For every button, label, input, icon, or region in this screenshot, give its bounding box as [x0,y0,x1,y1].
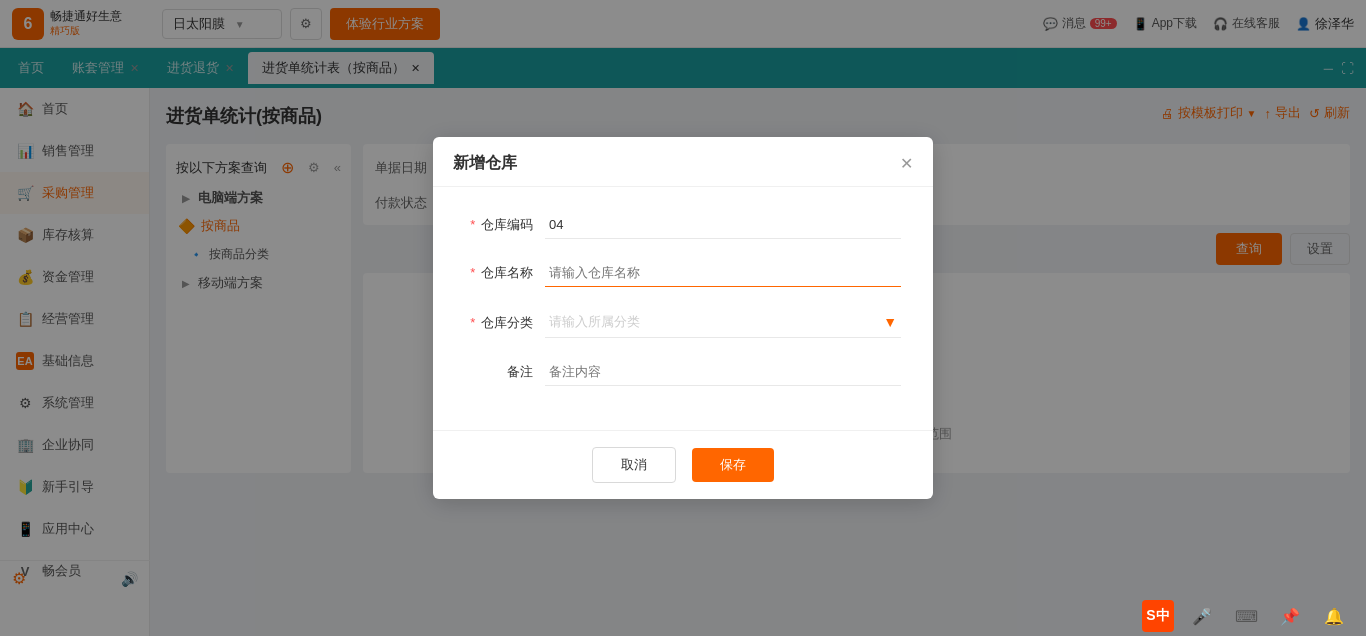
keyboard-icon[interactable]: ⌨ [1230,600,1262,632]
new-warehouse-modal: 新增仓库 ✕ * 仓库编码 * 仓库名称 * 仓库分 [433,137,933,499]
notification-icon[interactable]: 🔔 [1318,600,1350,632]
s-logo[interactable]: S中 [1142,600,1174,632]
modal-body: * 仓库编码 * 仓库名称 * 仓库分类 请输入所属分类 ▼ [433,187,933,430]
modal-close-icon[interactable]: ✕ [900,156,913,172]
form-row-name: * 仓库名称 [465,259,901,287]
note-label: 备注 [465,363,545,381]
category-placeholder: 请输入所属分类 [549,313,640,331]
category-dropdown-icon: ▼ [883,314,897,330]
form-row-category: * 仓库分类 请输入所属分类 ▼ [465,307,901,338]
cancel-button[interactable]: 取消 [592,447,676,483]
form-row-code: * 仓库编码 [465,211,901,239]
name-label: * 仓库名称 [465,264,545,282]
note-input[interactable] [545,358,901,386]
code-label: * 仓库编码 [465,216,545,234]
form-row-note: 备注 [465,358,901,386]
modal-footer: 取消 保存 [433,430,933,499]
modal-header: 新增仓库 ✕ [433,137,933,187]
modal-overlay[interactable]: 新增仓库 ✕ * 仓库编码 * 仓库名称 * 仓库分 [0,0,1366,636]
pin-icon[interactable]: 📌 [1274,600,1306,632]
category-select[interactable]: 请输入所属分类 ▼ [545,307,901,338]
modal-title: 新增仓库 [453,153,517,174]
save-button[interactable]: 保存 [692,448,774,482]
microphone-icon[interactable]: 🎤 [1186,600,1218,632]
code-input[interactable] [545,211,901,239]
bottom-bar: S中 🎤 ⌨ 📌 🔔 [1126,596,1366,636]
name-input[interactable] [545,259,901,287]
category-label: * 仓库分类 [465,314,545,332]
